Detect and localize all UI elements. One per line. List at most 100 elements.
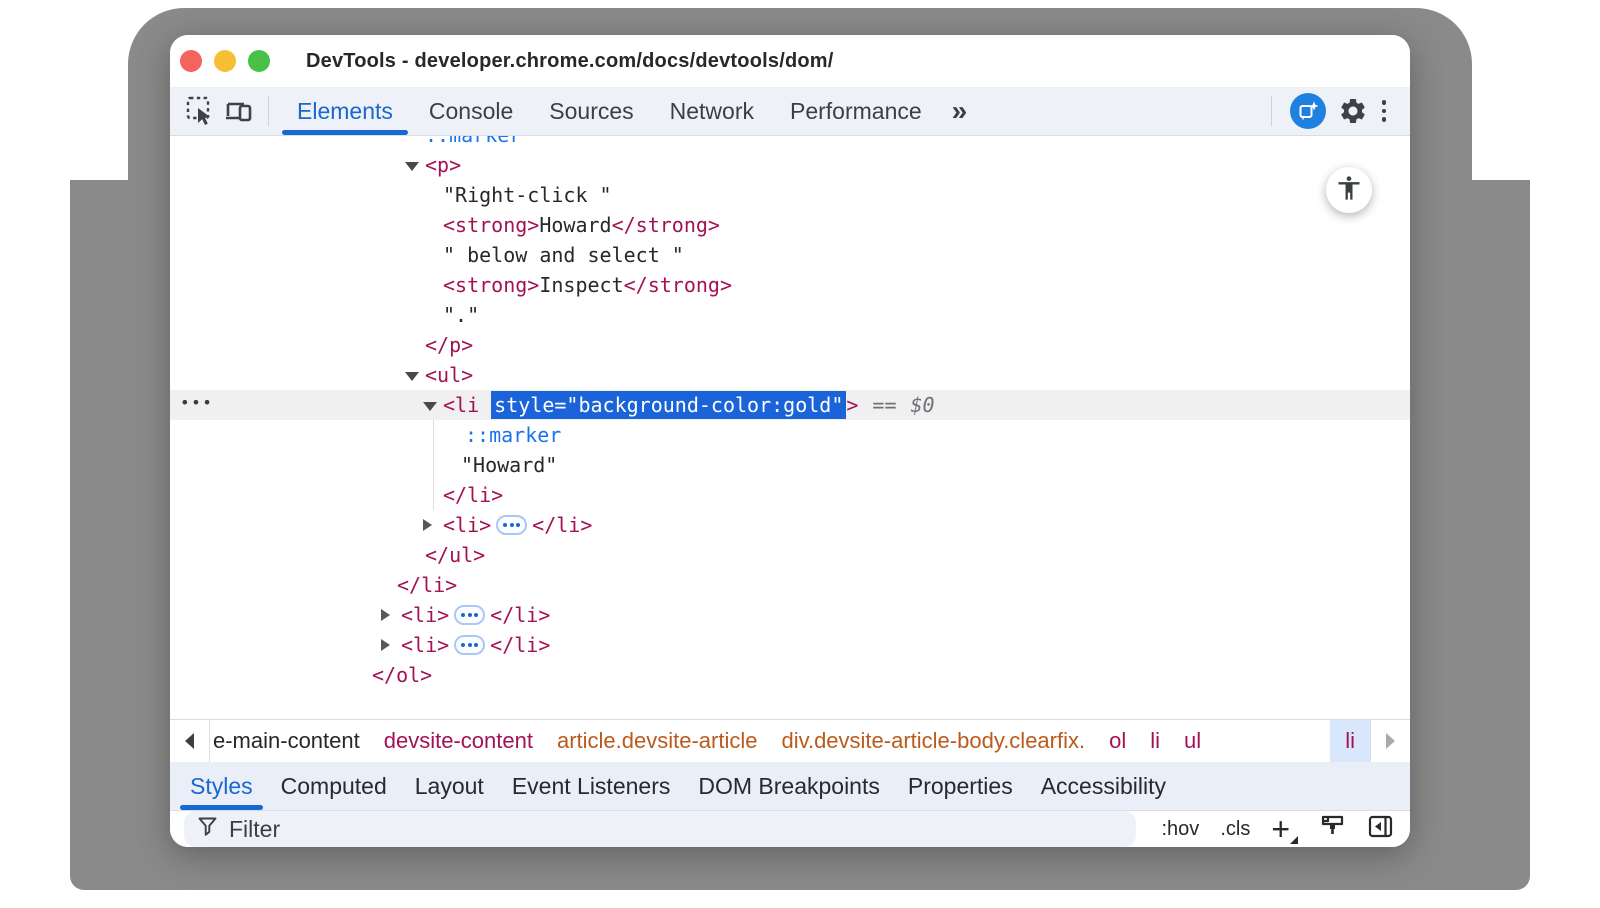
tab-network[interactable]: Network	[652, 87, 772, 135]
breadcrumb-item[interactable]: devsite-content	[384, 728, 533, 754]
styles-filter-bar: :hov .cls +	[170, 811, 1410, 847]
tab-layout[interactable]: Layout	[401, 762, 498, 810]
expand-arrow-down-icon[interactable]	[405, 372, 419, 381]
more-options-kebab-icon[interactable]	[1372, 94, 1397, 128]
dom-node[interactable]: </ol>	[170, 660, 1410, 690]
tab-accessibility[interactable]: Accessibility	[1027, 762, 1180, 810]
dom-node[interactable]: "."	[170, 300, 1410, 330]
filter-input[interactable]	[229, 816, 1123, 843]
dom-node[interactable]: <li> </li>	[170, 600, 1410, 630]
devtools-toolbar: ElementsConsoleSourcesNetworkPerformance…	[170, 87, 1410, 136]
breadcrumb-item[interactable]: li	[1150, 728, 1160, 754]
more-tabs-icon[interactable]: »	[940, 97, 978, 125]
toggle-sidebar-icon[interactable]	[1367, 813, 1394, 845]
tab-properties[interactable]: Properties	[894, 762, 1027, 810]
window-title: DevTools - developer.chrome.com/docs/dev…	[306, 50, 834, 73]
code-dollar: $0	[911, 393, 935, 417]
breadcrumb-item[interactable]: div.devsite-article-body.clearfix.	[781, 728, 1085, 754]
expand-arrow-right-icon[interactable]	[381, 609, 390, 621]
dom-node[interactable]: <ul>	[170, 360, 1410, 390]
code-tag: <strong>	[443, 273, 539, 297]
styles-toolbar-buttons: :hov .cls +	[1162, 813, 1395, 845]
toggle-hover-state-button[interactable]: :hov	[1162, 818, 1200, 841]
code-tag: </li>	[490, 603, 550, 627]
traffic-light-minimize-button[interactable]	[214, 50, 236, 72]
dom-node-selected[interactable]: •••<li style="background-color:gold">==$…	[170, 390, 1410, 420]
tab-sources[interactable]: Sources	[531, 87, 651, 135]
dom-node[interactable]: ::marker	[170, 136, 1410, 150]
dom-node[interactable]: " below and select "	[170, 240, 1410, 270]
traffic-light-close-button[interactable]	[180, 50, 202, 72]
code-tag: </p>	[425, 333, 473, 357]
code-pseudo: ::marker	[465, 423, 561, 447]
dom-node[interactable]: ::marker	[170, 420, 1410, 450]
code-tag: </li>	[443, 483, 503, 507]
node-options-dots-icon[interactable]: •••	[180, 388, 213, 418]
dom-node[interactable]: <li></li>	[170, 510, 1410, 540]
toolbar-divider	[268, 96, 269, 126]
panel-tabs: ElementsConsoleSourcesNetworkPerformance	[279, 87, 940, 135]
dom-node[interactable]: </p>	[170, 330, 1410, 360]
toolbar-right-divider	[1271, 96, 1272, 126]
expand-arrow-right-icon[interactable]	[423, 519, 432, 531]
code-tag: <li	[443, 393, 479, 417]
code-tag: <li>	[401, 603, 449, 627]
tab-elements[interactable]: Elements	[279, 87, 411, 135]
breadcrumb-bar: e-main-content devsite-content article.dev…	[170, 719, 1410, 762]
toolbar-right	[1261, 92, 1397, 130]
toggle-classes-button[interactable]: .cls	[1220, 818, 1250, 841]
expand-ellipsis-button[interactable]	[454, 605, 485, 625]
traffic-light-zoom-button[interactable]	[248, 50, 270, 72]
code-text: Howard	[539, 213, 611, 237]
code-eq: ==	[872, 393, 896, 417]
code-pseudo: ::marker	[425, 136, 521, 147]
breadcrumb-item[interactable]: e-main-content	[213, 728, 360, 754]
tab-performance[interactable]: Performance	[772, 87, 940, 135]
dom-node[interactable]: "Right-click "	[170, 180, 1410, 210]
rendering-brush-icon[interactable]	[1319, 813, 1346, 845]
dom-node[interactable]: <strong>Howard</strong>	[170, 210, 1410, 240]
accessibility-button[interactable]	[1326, 167, 1372, 213]
breadcrumb-scroll-left-button[interactable]	[170, 720, 210, 762]
tab-dom-breakpoints[interactable]: DOM Breakpoints	[684, 762, 894, 810]
tab-computed[interactable]: Computed	[267, 762, 401, 810]
dom-node[interactable]: <li></li>	[170, 630, 1410, 660]
settings-gear-icon[interactable]	[1334, 92, 1372, 130]
new-style-rule-plus-icon[interactable]: +	[1271, 813, 1298, 845]
code-tag: <li>	[443, 513, 491, 537]
dom-node[interactable]: <strong>Inspect</strong>	[170, 270, 1410, 300]
device-toolbar-icon[interactable]	[220, 92, 258, 130]
expand-arrow-down-icon[interactable]	[423, 402, 437, 411]
styles-panel-tabs: StylesComputedLayoutEvent ListenersDOM B…	[170, 762, 1410, 811]
expand-arrow-right-icon[interactable]	[381, 639, 390, 651]
breadcrumb-scroll-right-button[interactable]	[1370, 720, 1410, 762]
dom-node[interactable]: </ul>	[170, 540, 1410, 570]
funnel-icon	[197, 816, 218, 842]
code-selattr[interactable]: style="background-color:gold"	[491, 391, 846, 419]
tab-styles[interactable]: Styles	[176, 762, 267, 810]
breadcrumb-item[interactable]: article.devsite-article	[557, 728, 758, 754]
tab-event-listeners[interactable]: Event Listeners	[498, 762, 685, 810]
code-tag: </strong>	[612, 213, 720, 237]
ai-assistance-icon[interactable]	[1290, 93, 1326, 129]
breadcrumb-item[interactable]: ul	[1184, 728, 1201, 754]
dom-node[interactable]: </li>	[170, 570, 1410, 600]
code-tag: <li>	[401, 633, 449, 657]
code-tag: </li>	[397, 573, 457, 597]
dom-node[interactable]: "Howard"	[170, 450, 1410, 480]
code-text: "."	[443, 303, 479, 327]
inspect-icon[interactable]	[182, 92, 220, 130]
tab-console[interactable]: Console	[411, 87, 531, 135]
code-tag: <p>	[425, 153, 461, 177]
dom-node[interactable]: <p>	[170, 150, 1410, 180]
code-tag: </ol>	[372, 663, 432, 687]
breadcrumb-item-selected[interactable]: li	[1330, 720, 1370, 762]
dom-node[interactable]: </li>	[170, 480, 1410, 510]
filter-field[interactable]	[184, 811, 1136, 847]
breadcrumb: e-main-content devsite-content article.dev…	[210, 720, 1370, 762]
expand-ellipsis-button[interactable]	[496, 515, 527, 535]
code-tag: </ul>	[425, 543, 485, 567]
breadcrumb-item[interactable]: ol	[1109, 728, 1126, 754]
expand-ellipsis-button[interactable]	[454, 635, 485, 655]
expand-arrow-down-icon[interactable]	[405, 162, 419, 171]
